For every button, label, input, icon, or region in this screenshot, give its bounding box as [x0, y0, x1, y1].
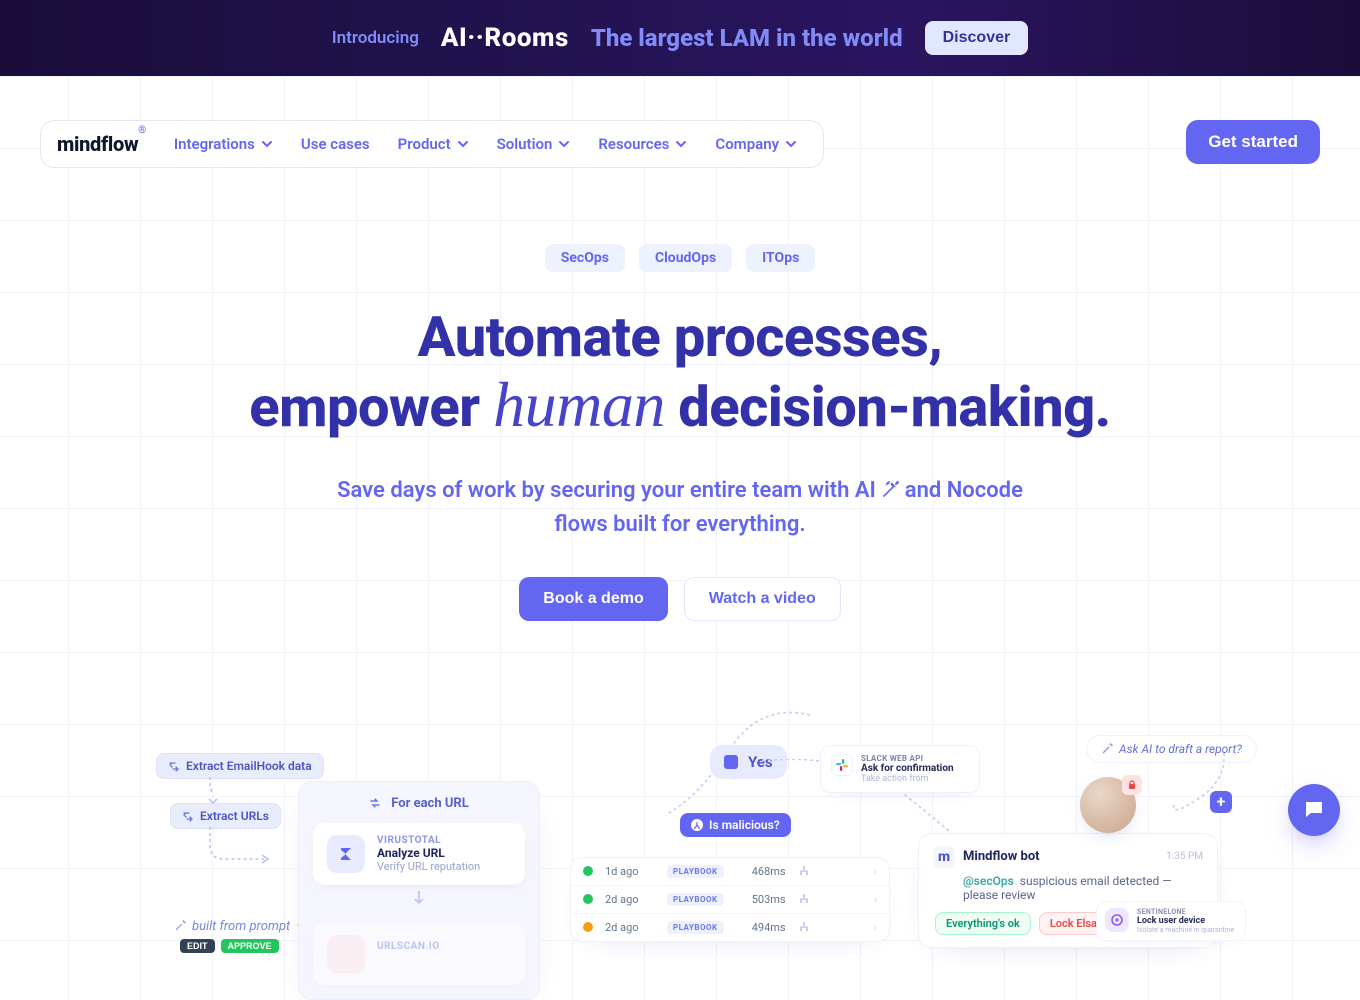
announce-discover-button[interactable]: Discover: [925, 21, 1029, 55]
status-warn-icon: [583, 922, 593, 932]
approve-button[interactable]: APPROVE: [221, 939, 279, 953]
announce-product: AI··Rooms: [441, 23, 569, 53]
hero-subtitle: Save days of work by securing your entir…: [320, 474, 1040, 542]
slack-step: SLACK WEB API Ask for confirmation Take …: [820, 745, 980, 793]
nav-company[interactable]: Company: [715, 135, 797, 153]
chevron-right-icon: ›: [874, 893, 877, 906]
node-extract-urls: Extract URLs: [170, 803, 281, 829]
add-button[interactable]: +: [1210, 791, 1232, 813]
run-row[interactable]: 1d ago PLAYBOOK 468ms ›: [571, 858, 889, 886]
nav-solution[interactable]: Solution: [497, 135, 571, 153]
nav-product[interactable]: Product: [398, 135, 469, 153]
hierarchy-icon: [798, 921, 810, 933]
illustration-stage: Extract EmailHook data Extract URLs buil…: [0, 705, 1360, 985]
chip-secops[interactable]: SecOps: [545, 244, 625, 272]
condition-is-malicious: Is malicious?: [680, 813, 791, 837]
prompt-actions: EDIT APPROVE: [180, 939, 279, 953]
hierarchy-icon: [798, 893, 810, 905]
ai-ask-bubble[interactable]: Ask AI to draft a report?: [1086, 735, 1257, 763]
bot-avatar-icon: m: [933, 846, 955, 868]
chevron-down-icon: [675, 138, 687, 150]
hero-heading: Automate processes, empower human decisi…: [190, 306, 1170, 440]
runs-list: 1d ago PLAYBOOK 468ms › 2d ago PLAYBOOK …: [570, 857, 890, 942]
slack-icon: [831, 754, 853, 776]
book-demo-button[interactable]: Book a demo: [519, 577, 667, 621]
magic-wand-icon: [1101, 743, 1113, 755]
nav-integrations[interactable]: Integrations: [174, 135, 273, 153]
chevron-down-icon: [785, 138, 797, 150]
chevron-right-icon: ›: [874, 921, 877, 934]
chevron-down-icon: [261, 138, 273, 150]
branch-icon: [691, 819, 703, 831]
hero: SecOps CloudOps ITOps Automate processes…: [0, 244, 1360, 621]
urlscan-step: URLSCAN.IO: [313, 923, 525, 985]
hero-chips: SecOps CloudOps ITOps: [0, 244, 1360, 272]
loop-icon: [369, 797, 381, 809]
run-row[interactable]: 2d ago PLAYBOOK 503ms ›: [571, 886, 889, 914]
status-ok-icon: [583, 866, 593, 876]
chip-cloudops[interactable]: CloudOps: [639, 244, 732, 272]
node-extract-email: Extract EmailHook data: [156, 753, 324, 779]
hierarchy-icon: [798, 865, 810, 877]
announcement-bar: Introducing AI··Rooms The largest LAM in…: [0, 0, 1360, 76]
announce-tagline: The largest LAM in the world: [591, 24, 903, 52]
status-ok-icon: [583, 894, 593, 904]
sentinel-icon: [1105, 908, 1129, 932]
edit-button[interactable]: EDIT: [180, 939, 215, 953]
chat-widget-button[interactable]: [1288, 784, 1340, 836]
chip-ok[interactable]: Everything's ok: [935, 912, 1031, 935]
transform-icon: [182, 810, 194, 822]
foreach-card: For each URL VIRUSTOTAL Analyze URL Veri…: [298, 781, 540, 1000]
logo[interactable]: mindflow®: [57, 132, 146, 156]
branch-yes: Yes: [710, 745, 787, 779]
chevron-right-icon: ›: [874, 865, 877, 878]
nav-use-cases[interactable]: Use cases: [301, 135, 370, 153]
top-nav: mindflow® Integrations Use cases Product…: [40, 120, 824, 168]
nav-resources[interactable]: Resources: [598, 135, 687, 153]
lock-icon: [1122, 775, 1142, 795]
chevron-down-icon: [457, 138, 469, 150]
virustotal-step: VIRUSTOTAL Analyze URL Verify URL reputa…: [313, 823, 525, 885]
run-row[interactable]: 2d ago PLAYBOOK 494ms ›: [571, 914, 889, 941]
sigma-icon: [327, 835, 365, 873]
get-started-button[interactable]: Get started: [1186, 120, 1320, 164]
chip-itops[interactable]: ITOps: [746, 244, 815, 272]
chevron-down-icon: [558, 138, 570, 150]
magic-wand-icon: [881, 476, 899, 494]
transform-icon: [168, 760, 180, 772]
watch-video-button[interactable]: Watch a video: [684, 577, 841, 621]
announce-intro: Introducing: [332, 28, 419, 48]
magic-wand-icon: [174, 920, 186, 932]
sentinel-step: SENTINELONE Lock user device Isolate a m…: [1096, 901, 1246, 941]
